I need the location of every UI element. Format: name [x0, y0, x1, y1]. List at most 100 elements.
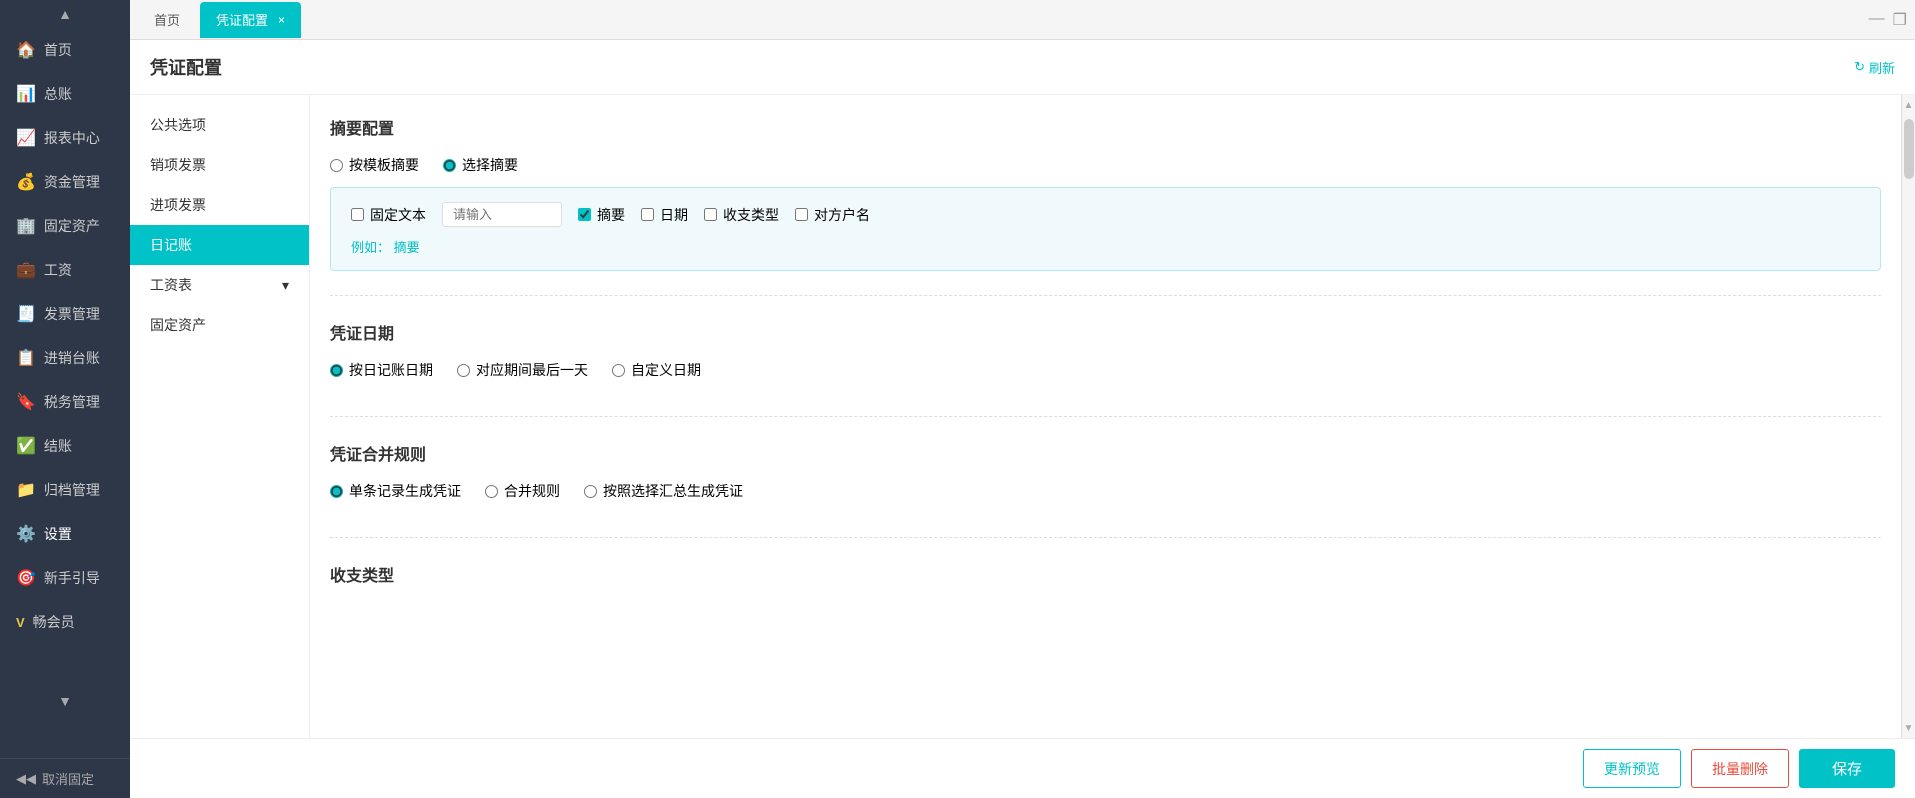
left-nav: 公共选项 销项发票 进项发票 日记账 工资表 ▾ 固定资产 — [130, 95, 310, 738]
radio-custom-date-input[interactable] — [612, 364, 625, 377]
sidebar-item-archive[interactable]: 📁 归档管理 — [0, 468, 130, 512]
reports-icon: 📈 — [16, 128, 36, 148]
tab-bar: 首页 凭证配置 × — ❐ — [130, 0, 1915, 40]
leftnav-journal[interactable]: 日记账 — [130, 225, 309, 265]
radio-merge-rule[interactable]: 合并规则 — [485, 481, 560, 501]
radio-select-merge[interactable]: 按照选择汇总生成凭证 — [584, 481, 743, 501]
window-minimize-button[interactable]: — — [1869, 10, 1885, 30]
radio-merge-rule-input[interactable] — [485, 485, 498, 498]
scroll-up-button[interactable]: ▲ — [1902, 95, 1915, 115]
checkbox-income-type[interactable]: 收支类型 — [704, 205, 779, 225]
scroll-thumb[interactable] — [1904, 119, 1914, 179]
fixed-text-input[interactable] — [442, 202, 562, 227]
save-button[interactable]: 保存 — [1799, 749, 1895, 788]
pin-icon: ◀◀ — [16, 771, 36, 787]
tax-icon: 🔖 — [16, 392, 36, 412]
funds-icon: 💰 — [16, 172, 36, 192]
checkbox-fixed-text[interactable]: 固定文本 — [351, 205, 426, 225]
radio-journal-date-input[interactable] — [330, 364, 343, 377]
right-content: 摘要配置 按模板摘要 选择摘要 — [310, 95, 1901, 738]
radio-period-last[interactable]: 对应期间最后一天 — [457, 360, 588, 380]
refresh-button[interactable]: ↻ 刷新 — [1854, 58, 1895, 77]
checkbox-fixed-text-input[interactable] — [351, 208, 364, 221]
tab-home-label: 首页 — [154, 10, 180, 29]
checkbox-abstract[interactable]: 摘要 — [578, 205, 625, 225]
sidebar-item-home[interactable]: 🏠 首页 — [0, 28, 130, 72]
sidebar-item-funds[interactable]: 💰 资金管理 — [0, 160, 130, 204]
radio-select-merge-input[interactable] — [584, 485, 597, 498]
scroll-down-button[interactable]: ▼ — [1902, 718, 1915, 738]
batch-delete-button[interactable]: 批量删除 — [1691, 749, 1789, 788]
sidebar-item-tax[interactable]: 🔖 税务管理 — [0, 380, 130, 424]
window-restore-button[interactable]: ❐ — [1893, 10, 1907, 30]
sidebar-item-ledger[interactable]: 📊 总账 — [0, 72, 130, 116]
sidebar-item-settings[interactable]: ⚙️ 设置 — [0, 512, 130, 556]
abstract-section-title: 摘要配置 — [330, 115, 1881, 139]
checkbox-abstract-input[interactable] — [578, 208, 591, 221]
leftnav-purchase[interactable]: 进项发票 — [130, 185, 309, 225]
close-account-icon: ✅ — [16, 436, 36, 456]
page-header: 凭证配置 ↻ 刷新 — [130, 40, 1915, 95]
guide-icon: 🎯 — [16, 568, 36, 588]
sidebar-item-purchase[interactable]: 📋 进销台账 — [0, 336, 130, 380]
scroll-track: ▲ ▼ — [1901, 95, 1915, 738]
tab-voucher-config[interactable]: 凭证配置 × — [200, 2, 301, 38]
income-type-section: 收支类型 — [330, 562, 1881, 626]
sidebar-item-invoice[interactable]: 🧾 发票管理 — [0, 292, 130, 336]
leftnav-salary[interactable]: 工资表 ▾ — [130, 265, 309, 305]
main-area: 首页 凭证配置 × — ❐ 凭证配置 ↻ 刷新 公共选项 — [130, 0, 1915, 798]
checkbox-counterparty-input[interactable] — [795, 208, 808, 221]
leftnav-public[interactable]: 公共选项 — [130, 105, 309, 145]
merge-rule-title: 凭证合并规则 — [330, 441, 1881, 465]
checkbox-date-input[interactable] — [641, 208, 654, 221]
radio-period-last-input[interactable] — [457, 364, 470, 377]
radio-custom-date[interactable]: 自定义日期 — [612, 360, 701, 380]
leftnav-fixed-assets[interactable]: 固定资产 — [130, 305, 309, 345]
voucher-date-title: 凭证日期 — [330, 320, 1881, 344]
radio-single-record-input[interactable] — [330, 485, 343, 498]
radio-select-abstract[interactable]: 选择摘要 — [443, 155, 518, 175]
abstract-example: 例如： 摘要 — [351, 237, 1860, 256]
sidebar-scroll-down[interactable]: ▼ — [0, 687, 130, 715]
ledger-icon: 📊 — [16, 84, 36, 104]
sidebar-item-vip[interactable]: V 畅会员 — [0, 600, 130, 644]
tab-close-button[interactable]: × — [278, 13, 285, 27]
assets-icon: 🏢 — [16, 216, 36, 236]
body-layout: 公共选项 销项发票 进项发票 日记账 工资表 ▾ 固定资产 — [130, 95, 1915, 738]
update-preview-button[interactable]: 更新预览 — [1583, 749, 1681, 788]
sidebar-scroll-up[interactable]: ▲ — [0, 0, 130, 28]
merge-rule-radio-row: 单条记录生成凭证 合并规则 按照选择汇总生成凭证 — [330, 481, 1881, 501]
merge-rule-section: 凭证合并规则 单条记录生成凭证 合并规则 按照选择汇总生成凭证 — [330, 441, 1881, 538]
sidebar-item-assets[interactable]: 🏢 固定资产 — [0, 204, 130, 248]
tab-voucher-label: 凭证配置 — [216, 10, 268, 29]
content-wrapper: 凭证配置 ↻ 刷新 公共选项 销项发票 进项发票 日记账 — [130, 40, 1915, 798]
radio-single-record[interactable]: 单条记录生成凭证 — [330, 481, 461, 501]
vip-icon: V — [16, 615, 25, 630]
radio-template-abstract[interactable]: 按模板摘要 — [330, 155, 419, 175]
salary-icon: 💼 — [16, 260, 36, 280]
leftnav-sales[interactable]: 销项发票 — [130, 145, 309, 185]
radio-journal-date[interactable]: 按日记账日期 — [330, 360, 433, 380]
voucher-date-radio-row: 按日记账日期 对应期间最后一天 自定义日期 — [330, 360, 1881, 380]
archive-icon: 📁 — [16, 480, 36, 500]
home-icon: 🏠 — [16, 40, 36, 60]
sidebar-item-reports[interactable]: 📈 报表中心 — [0, 116, 130, 160]
abstract-checkbox-row: 固定文本 摘要 日期 — [351, 202, 1860, 227]
sidebar-item-guide[interactable]: 🎯 新手引导 — [0, 556, 130, 600]
radio-template-input[interactable] — [330, 159, 343, 172]
radio-select-input[interactable] — [443, 159, 456, 172]
income-type-title: 收支类型 — [330, 562, 1881, 586]
refresh-icon: ↻ — [1854, 59, 1865, 75]
sidebar-item-close[interactable]: ✅ 结账 — [0, 424, 130, 468]
invoice-icon: 🧾 — [16, 304, 36, 324]
checkbox-counterparty[interactable]: 对方户名 — [795, 205, 870, 225]
sidebar-item-salary[interactable]: 💼 工资 — [0, 248, 130, 292]
abstract-config-box: 固定文本 摘要 日期 — [330, 187, 1881, 271]
unpin-sidebar-button[interactable]: ◀◀ 取消固定 — [0, 758, 130, 798]
abstract-radio-row: 按模板摘要 选择摘要 — [330, 155, 1881, 175]
window-controls: — ❐ — [1869, 10, 1907, 30]
tab-home[interactable]: 首页 — [138, 2, 196, 38]
purchase-icon: 📋 — [16, 348, 36, 368]
checkbox-income-type-input[interactable] — [704, 208, 717, 221]
checkbox-date[interactable]: 日期 — [641, 205, 688, 225]
